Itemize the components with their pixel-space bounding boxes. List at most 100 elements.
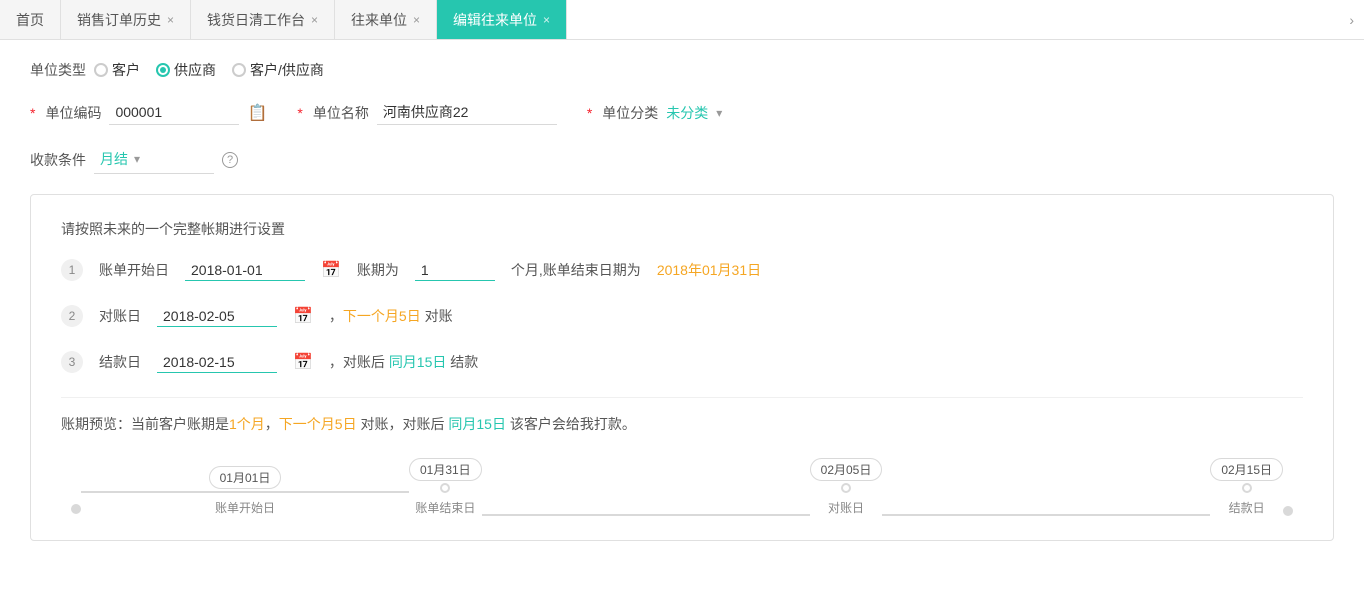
category-dropdown-arrow[interactable]: ▾ xyxy=(716,106,722,120)
timeline-start xyxy=(71,504,81,516)
tab-expand-button[interactable]: › xyxy=(1339,0,1364,39)
payment-terms-select[interactable]: 月结 ▾ xyxy=(94,145,214,174)
tab-cash-work[interactable]: 钱货日清工作台 × xyxy=(191,0,335,39)
cal-icon-3[interactable]: 📅 xyxy=(293,352,313,372)
step-period-unit: 个月,账单结束日期为 xyxy=(511,260,641,280)
preview-prefix: 账期预览：当前客户账期是 xyxy=(61,416,229,432)
step-label-1: 账单开始日 xyxy=(99,260,169,280)
timeline-dot-3 xyxy=(841,483,851,493)
tab-sales-history[interactable]: 销售订单历史 × xyxy=(61,0,191,39)
timeline-badge-4: 02月15日 xyxy=(1210,458,1283,481)
tab-bar: 首页 销售订单历史 × 钱货日清工作台 × 往来单位 × 编辑往来单位 × › xyxy=(0,0,1364,40)
timeline-end xyxy=(1283,484,1293,516)
timeline-end-dot xyxy=(1283,506,1293,516)
main-content: 单位类型 客户 供应商 客户/供应商 * 单位编码 xyxy=(0,40,1364,608)
timeline-badge-2: 01月31日 xyxy=(409,458,482,481)
timeline-dot-2 xyxy=(440,483,450,493)
step-date-input-1[interactable] xyxy=(185,260,305,281)
preview-section: 账期预览：当前客户账期是1个月，下一个月5日 对账，对账后 同月15日 该客户会… xyxy=(61,397,1303,434)
unit-type-label: 单位类型 xyxy=(30,60,86,80)
timeline-line-1 xyxy=(81,491,409,493)
payment-terms-label: 收款条件 xyxy=(30,150,86,170)
unit-category-label: 单位分类 xyxy=(602,103,658,123)
required-marker-name: * xyxy=(297,105,302,121)
preview-part2: 下一个月5日 xyxy=(279,416,357,432)
step-period-end: 2018年01月31日 xyxy=(657,260,761,280)
required-marker-category: * xyxy=(587,105,592,121)
preview-sep2: 对账，对账后 xyxy=(357,416,449,432)
radio-supplier[interactable]: 供应商 xyxy=(156,60,216,80)
timeline-node-3: 02月05日 对账日 xyxy=(810,458,883,516)
timeline-badge-3: 02月05日 xyxy=(810,458,883,481)
step-suffix-2: ，下一个月5日 对账 xyxy=(329,306,453,326)
step-row-2: 2 对账日 📅 ，下一个月5日 对账 xyxy=(61,305,1303,327)
step-label-2: 对账日 xyxy=(99,306,141,326)
close-tab-edit-partner[interactable]: × xyxy=(543,13,550,27)
preview-part1: 1个月 xyxy=(229,416,265,432)
unit-code-input[interactable] xyxy=(109,100,239,125)
unit-info-row: * 单位编码 📋 * 单位名称 * 单位分类 未分类 ▾ xyxy=(30,100,1334,125)
preview-sep1: ， xyxy=(265,416,279,432)
radio-circle-supplier xyxy=(156,63,170,77)
unit-name-group: * 单位名称 xyxy=(297,100,556,125)
step-period-label: 账期为 xyxy=(357,260,399,280)
step-num-2: 2 xyxy=(61,305,83,327)
timeline-segment-1: 01月01日 账单开始日 xyxy=(81,466,409,516)
unit-code-label: 单位编码 xyxy=(45,103,101,123)
settings-card: 请按照未来的一个完整帐期进行设置 1 账单开始日 📅 账期为 个月,账单结束日期… xyxy=(30,194,1334,541)
radio-circle-customer xyxy=(94,63,108,77)
tab-partner-unit[interactable]: 往来单位 × xyxy=(335,0,437,39)
tab-home[interactable]: 首页 xyxy=(0,0,61,39)
radio-label-both: 客户/供应商 xyxy=(250,60,324,80)
timeline-badge-1: 01月01日 xyxy=(209,466,282,489)
radio-both[interactable]: 客户/供应商 xyxy=(232,60,324,80)
close-tab-partner-unit[interactable]: × xyxy=(413,13,420,27)
step-period-input[interactable] xyxy=(415,260,495,281)
help-icon[interactable]: ? xyxy=(222,152,238,168)
unit-type-row: 单位类型 客户 供应商 客户/供应商 xyxy=(30,60,1334,80)
radio-circle-both xyxy=(232,63,246,77)
step-date-input-3[interactable] xyxy=(157,352,277,373)
timeline-label-1: 账单开始日 xyxy=(215,499,275,516)
timeline-container: 01月01日 账单开始日 01月31日 账单结束日 02月05日 对账日 xyxy=(61,458,1303,516)
timeline-start-dot xyxy=(71,504,81,514)
step-date-input-2[interactable] xyxy=(157,306,277,327)
close-tab-sales-history[interactable]: × xyxy=(167,13,174,27)
unit-name-input[interactable] xyxy=(377,100,557,125)
unit-type-group: 单位类型 客户 供应商 客户/供应商 xyxy=(30,60,324,80)
payment-terms-arrow[interactable]: ▾ xyxy=(134,152,140,166)
tab-edit-partner[interactable]: 编辑往来单位 × xyxy=(437,0,567,39)
timeline-line-2 xyxy=(482,514,810,516)
step-num-3: 3 xyxy=(61,351,83,373)
timeline-node-2: 01月31日 账单结束日 xyxy=(409,458,482,516)
copy-icon[interactable]: 📋 xyxy=(247,103,267,123)
payment-terms-value: 月结 xyxy=(100,149,128,169)
card-title: 请按照未来的一个完整帐期进行设置 xyxy=(61,219,1303,239)
payment-terms-row: 收款条件 月结 ▾ ? xyxy=(30,145,1334,174)
timeline-label-2: 账单结束日 xyxy=(415,499,475,516)
preview-suffix: 该客户会给我打款。 xyxy=(506,416,636,432)
step-num-1: 1 xyxy=(61,259,83,281)
timeline-label-4: 结款日 xyxy=(1229,499,1265,516)
radio-label-customer: 客户 xyxy=(112,60,140,80)
unit-category-group: * 单位分类 未分类 ▾ xyxy=(587,103,722,123)
timeline-node-4: 02月15日 结款日 xyxy=(1210,458,1283,516)
cal-icon-2[interactable]: 📅 xyxy=(293,306,313,326)
timeline-label-3: 对账日 xyxy=(828,499,864,516)
unit-code-group: * 单位编码 📋 xyxy=(30,100,267,125)
unit-name-label: 单位名称 xyxy=(313,103,369,123)
preview-part3: 同月15日 xyxy=(448,416,506,432)
radio-group: 客户 供应商 客户/供应商 xyxy=(94,60,324,80)
step-label-3: 结款日 xyxy=(99,352,141,372)
close-tab-cash-work[interactable]: × xyxy=(311,13,318,27)
timeline-segment-2 xyxy=(482,492,810,516)
payment-terms-group: 收款条件 月结 ▾ ? xyxy=(30,145,238,174)
step-suffix-3: ，对账后 同月15日 结款 xyxy=(329,352,478,372)
radio-customer[interactable]: 客户 xyxy=(94,60,140,80)
timeline-line-3 xyxy=(882,514,1210,516)
unit-category-value: 未分类 xyxy=(666,103,708,123)
required-marker-code: * xyxy=(30,105,35,121)
radio-label-supplier: 供应商 xyxy=(174,60,216,80)
cal-icon-1[interactable]: 📅 xyxy=(321,260,341,280)
step-row-1: 1 账单开始日 📅 账期为 个月,账单结束日期为 2018年01月31日 xyxy=(61,259,1303,281)
